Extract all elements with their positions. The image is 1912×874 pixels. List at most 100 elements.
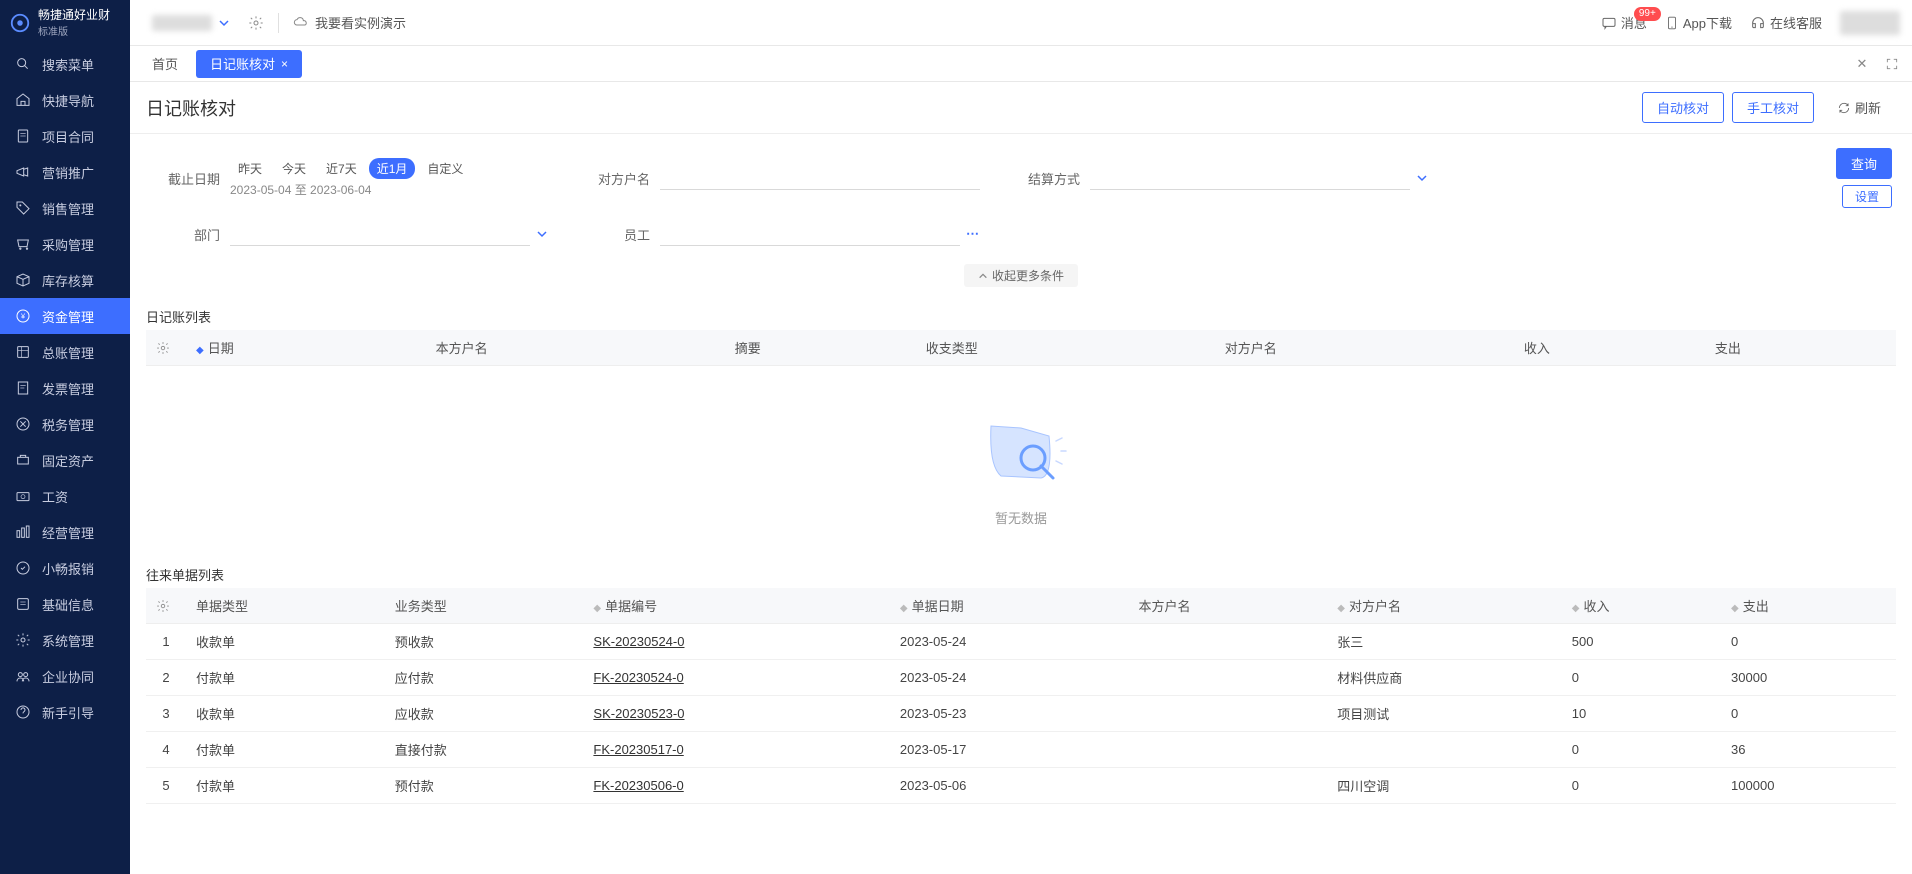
tab-home[interactable]: 首页 — [138, 50, 192, 78]
row-index: 1 — [146, 624, 186, 660]
headset-icon — [1750, 15, 1766, 31]
sidebar-item-1[interactable]: 快捷导航 — [0, 82, 130, 118]
recv-header-5[interactable]: ◆对方户名 — [1327, 588, 1562, 624]
org-selector[interactable] — [142, 11, 240, 35]
table-row[interactable]: 3收款单应收款SK-20230523-02023-05-23项目测试100 — [146, 696, 1896, 732]
cell-expense: 0 — [1721, 624, 1896, 660]
sidebar-item-7[interactable]: ¥资金管理 — [0, 298, 130, 334]
sidebar-item-11[interactable]: 固定资产 — [0, 442, 130, 478]
cell-doc-no[interactable]: SK-20230523-0 — [583, 696, 889, 732]
employee-input[interactable] — [660, 222, 960, 246]
settings-button[interactable]: 设置 — [1842, 185, 1892, 208]
counterparty-input[interactable] — [660, 166, 980, 190]
chevron-down-icon[interactable] — [536, 228, 548, 240]
date-option-0[interactable]: 昨天 — [230, 158, 270, 179]
cell-their — [1327, 732, 1562, 768]
tab-journal-check[interactable]: 日记账核对 × — [196, 50, 302, 78]
counterparty-label: 对方户名 — [570, 169, 660, 188]
sidebar-item-9[interactable]: 发票管理 — [0, 370, 130, 406]
recv-header-4[interactable]: 本方户名 — [1129, 588, 1328, 624]
online-service-button[interactable]: 在线客服 — [1750, 13, 1822, 32]
demo-link[interactable]: 我要看实例演示 — [293, 13, 406, 32]
close-icon[interactable]: × — [281, 57, 288, 71]
dept-input[interactable] — [230, 222, 530, 246]
reimburse-icon — [14, 559, 32, 577]
journal-header-1[interactable]: 本方户名 — [426, 330, 725, 366]
recv-header-0[interactable]: 单据类型 — [186, 588, 385, 624]
sidebar-item-15[interactable]: 基础信息 — [0, 586, 130, 622]
sidebar-item-label: 发票管理 — [42, 379, 94, 398]
fullscreen-button[interactable] — [1880, 52, 1904, 76]
cell-doc-no[interactable]: FK-20230524-0 — [583, 660, 889, 696]
sidebar-item-2[interactable]: 项目合同 — [0, 118, 130, 154]
table-row[interactable]: 4付款单直接付款FK-20230517-02023-05-17036 — [146, 732, 1896, 768]
sidebar-item-16[interactable]: 系统管理 — [0, 622, 130, 658]
refresh-icon — [1837, 101, 1851, 115]
recv-header-1[interactable]: 业务类型 — [385, 588, 584, 624]
sidebar-item-5[interactable]: 采购管理 — [0, 226, 130, 262]
sidebar-item-8[interactable]: 总账管理 — [0, 334, 130, 370]
table-row[interactable]: 1收款单预收款SK-20230524-02023-05-24张三5000 — [146, 624, 1896, 660]
sidebar-item-6[interactable]: 库存核算 — [0, 262, 130, 298]
sidebar-item-12[interactable]: 工资 — [0, 478, 130, 514]
cell-doc-no[interactable]: SK-20230524-0 — [583, 624, 889, 660]
cell-income: 0 — [1562, 732, 1721, 768]
cell-doc-type: 付款单 — [186, 768, 385, 804]
date-option-2[interactable]: 近7天 — [318, 158, 365, 179]
settlement-input[interactable] — [1090, 166, 1410, 190]
empty-state: 暂无数据 — [130, 366, 1912, 557]
sidebar-item-0[interactable]: 搜索菜单 — [0, 46, 130, 82]
cell-biz-type: 预收款 — [385, 624, 584, 660]
sidebar-item-label: 基础信息 — [42, 595, 94, 614]
sidebar-item-label: 企业协同 — [42, 667, 94, 686]
auto-check-button[interactable]: 自动核对 — [1642, 92, 1724, 123]
demo-label: 我要看实例演示 — [315, 13, 406, 32]
recv-header-2[interactable]: ◆单据编号 — [583, 588, 889, 624]
date-option-3[interactable]: 近1月 — [369, 158, 416, 179]
collapse-filters-button[interactable]: 收起更多条件 — [964, 264, 1078, 287]
user-avatar[interactable] — [1840, 11, 1900, 35]
sidebar-item-3[interactable]: 营销推广 — [0, 154, 130, 190]
row-index: 5 — [146, 768, 186, 804]
recv-header-6[interactable]: ◆收入 — [1562, 588, 1721, 624]
journal-header-5[interactable]: 收入 — [1514, 330, 1705, 366]
table-row[interactable]: 5付款单预付款FK-20230506-02023-05-06四川空调010000… — [146, 768, 1896, 804]
chevron-down-icon[interactable] — [1416, 172, 1428, 184]
journal-header-6[interactable]: 支出 — [1705, 330, 1896, 366]
journal-header-2[interactable]: 摘要 — [725, 330, 916, 366]
gear-column[interactable] — [146, 588, 186, 624]
cell-doc-no[interactable]: FK-20230517-0 — [583, 732, 889, 768]
cell-our — [1129, 660, 1328, 696]
journal-header-4[interactable]: 对方户名 — [1215, 330, 1514, 366]
cell-doc-no[interactable]: FK-20230506-0 — [583, 768, 889, 804]
journal-header-0[interactable]: ◆日期 — [186, 330, 426, 366]
sidebar-item-10[interactable]: 税务管理 — [0, 406, 130, 442]
query-button[interactable]: 查询 — [1836, 148, 1892, 179]
sidebar-item-13[interactable]: 经营管理 — [0, 514, 130, 550]
empty-icon — [961, 406, 1081, 496]
refresh-button[interactable]: 刷新 — [1822, 92, 1896, 123]
date-range-display: 2023-05-04 至 2023-06-04 — [230, 181, 471, 198]
date-option-4[interactable]: 自定义 — [419, 158, 471, 179]
row-index: 2 — [146, 660, 186, 696]
manual-check-button[interactable]: 手工核对 — [1732, 92, 1814, 123]
cell-doc-date: 2023-05-23 — [890, 696, 1129, 732]
row-index: 4 — [146, 732, 186, 768]
settings-icon — [14, 631, 32, 649]
sidebar-item-4[interactable]: 销售管理 — [0, 190, 130, 226]
close-all-button[interactable]: ✕ — [1850, 52, 1874, 76]
employee-picker-icon[interactable]: ⋯ — [966, 226, 980, 242]
gear-column[interactable] — [146, 330, 186, 366]
message-button[interactable]: 消息 99+ — [1601, 13, 1647, 32]
ledger-icon — [14, 343, 32, 361]
table-row[interactable]: 2付款单应付款FK-20230524-02023-05-24材料供应商03000… — [146, 660, 1896, 696]
journal-header-3[interactable]: 收支类型 — [916, 330, 1215, 366]
app-download-button[interactable]: App下载 — [1665, 13, 1732, 32]
recv-header-7[interactable]: ◆支出 — [1721, 588, 1896, 624]
sidebar-item-18[interactable]: 新手引导 — [0, 694, 130, 730]
recv-header-3[interactable]: ◆单据日期 — [890, 588, 1129, 624]
date-option-1[interactable]: 今天 — [274, 158, 314, 179]
sidebar-item-14[interactable]: 小畅报销 — [0, 550, 130, 586]
gear-icon[interactable] — [248, 15, 264, 31]
sidebar-item-17[interactable]: 企业协同 — [0, 658, 130, 694]
